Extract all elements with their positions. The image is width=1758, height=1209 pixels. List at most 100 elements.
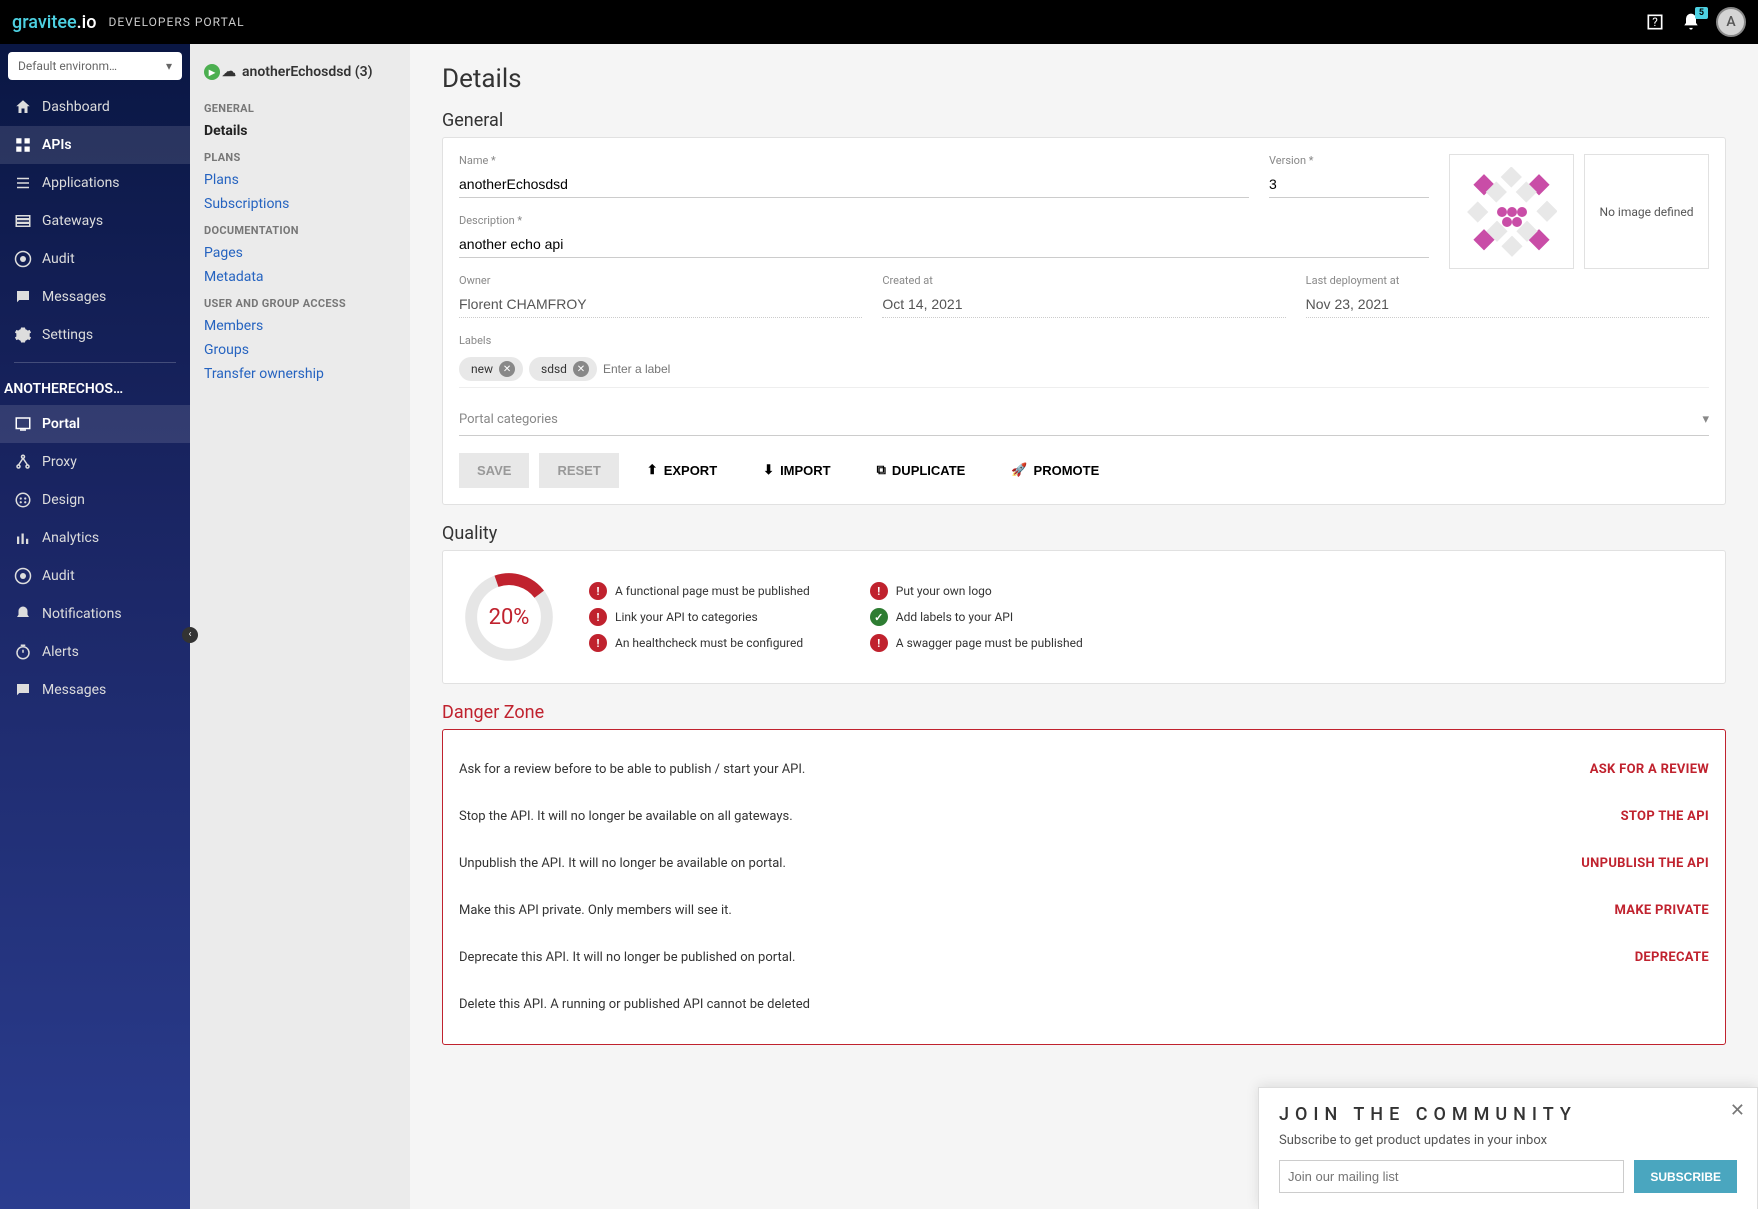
upload-icon: ⬆ [647,462,658,478]
link-pages[interactable]: Pages [190,241,410,265]
messages-icon [14,681,32,699]
section-documentation: DOCUMENTATION [190,216,410,241]
applications-icon [14,174,32,192]
danger-row: Unpublish the API. It will no longer be … [459,840,1709,887]
main-sidebar: Default environm… ▾ DashboardAPIsApplica… [0,44,190,1209]
sidebar-item-audit[interactable]: Audit [0,240,190,278]
danger-action-button[interactable]: MAKE PRIVATE [1615,903,1710,918]
error-icon: ! [870,582,888,600]
name-label: Name * [459,154,1249,167]
link-subscriptions[interactable]: Subscriptions [190,192,410,216]
svg-text:?: ? [1652,15,1658,29]
community-popup: ✕ JOIN THE COMMUNITY Subscribe to get pr… [1258,1087,1758,1209]
quality-item: !A swagger page must be published [870,630,1083,656]
sidebar-item-apis[interactable]: APIs [0,126,190,164]
environment-selector[interactable]: Default environm… ▾ [8,52,182,80]
context-item-proxy[interactable]: Proxy [0,443,190,481]
chevron-down-icon: ▾ [166,59,172,73]
name-input[interactable] [459,171,1249,198]
page-title: Details [442,64,1726,94]
cloud-icon: ☁ [222,64,236,80]
danger-action-button[interactable]: ASK FOR A REVIEW [1590,762,1709,777]
danger-action-button[interactable]: UNPUBLISH THE API [1581,856,1709,871]
copy-icon: ⧉ [877,462,886,478]
sidebar-item-dashboard[interactable]: Dashboard [0,88,190,126]
quality-item: !An healthcheck must be configured [589,630,810,656]
sidebar-item-gateways[interactable]: Gateways [0,202,190,240]
remove-chip-icon[interactable]: ✕ [499,361,515,377]
main-content: Details General Name * Version * [410,44,1758,1209]
context-item-messages[interactable]: Messages [0,671,190,709]
label-chip: sdsd✕ [529,357,597,381]
error-icon: ! [589,582,607,600]
deploy-label: Last deployment at [1306,274,1709,287]
danger-action-button[interactable]: STOP THE API [1621,809,1709,824]
import-button[interactable]: ⬇IMPORT [745,452,848,488]
section-access: USER AND GROUP ACCESS [190,289,410,314]
background-image[interactable]: No image defined [1584,154,1709,269]
export-button[interactable]: ⬆EXPORT [629,452,735,488]
gateways-icon [14,212,32,230]
divider [14,362,176,363]
owner-value [459,291,862,318]
reset-button: RESET [539,453,618,488]
context-title: ANOTHERECHOS… [0,371,190,405]
labels-input[interactable]: new✕sdsd✕ [459,351,1709,388]
description-input[interactable] [459,231,1429,258]
quality-section-title: Quality [442,523,1726,544]
link-plans[interactable]: Plans [190,168,410,192]
danger-row: Stop the API. It will no longer be avail… [459,793,1709,840]
community-desc: Subscribe to get product updates in your… [1279,1133,1737,1148]
danger-row: Deprecate this API. It will no longer be… [459,934,1709,981]
created-value [882,291,1285,318]
context-item-design[interactable]: Design [0,481,190,519]
categories-select[interactable]: Portal categories ▾ [459,404,1709,436]
link-transfer-ownership[interactable]: Transfer ownership [190,362,410,386]
danger-panel: Ask for a review before to be able to pu… [442,729,1726,1045]
apis-icon [14,136,32,154]
error-icon: ! [589,634,607,652]
avatar[interactable]: A [1716,7,1746,37]
quality-donut: 20% [459,567,559,667]
danger-desc: Ask for a review before to be able to pu… [459,762,805,777]
link-groups[interactable]: Groups [190,338,410,362]
version-input[interactable] [1269,171,1429,198]
subscribe-button[interactable]: SUBSCRIBE [1634,1160,1737,1193]
danger-desc: Make this API private. Only members will… [459,903,732,918]
notification-badge: 5 [1695,7,1708,19]
general-panel: Name * Version * Description * [442,137,1726,505]
alerts-icon [14,643,32,661]
label-input[interactable] [603,362,1709,376]
collapse-sidebar-button[interactable]: ‹ [182,627,198,643]
notifications-icon [14,605,32,623]
messages-icon [14,288,32,306]
link-details[interactable]: Details [190,119,410,143]
context-item-audit[interactable]: Audit [0,557,190,595]
sidebar-item-settings[interactable]: Settings [0,316,190,354]
remove-chip-icon[interactable]: ✕ [573,361,589,377]
link-members[interactable]: Members [190,314,410,338]
close-icon[interactable]: ✕ [1730,1100,1745,1121]
context-item-analytics[interactable]: Analytics [0,519,190,557]
danger-action-button[interactable]: DEPRECATE [1635,950,1709,965]
portal-title: DEVELOPERS PORTAL [108,15,244,29]
play-icon: ▶ [204,64,220,80]
context-item-alerts[interactable]: Alerts [0,633,190,671]
context-item-portal[interactable]: Portal [0,405,190,443]
sidebar-item-messages[interactable]: Messages [0,278,190,316]
promote-button[interactable]: 🚀PROMOTE [993,452,1117,488]
sidebar-item-applications[interactable]: Applications [0,164,190,202]
help-icon[interactable]: ? [1644,11,1666,33]
label-chip: new✕ [459,357,523,381]
link-metadata[interactable]: Metadata [190,265,410,289]
quality-item: ✓Add labels to your API [870,604,1083,630]
community-email-input[interactable] [1279,1160,1624,1193]
error-icon: ! [870,634,888,652]
api-image[interactable] [1449,154,1574,269]
notifications-icon[interactable]: 5 [1680,11,1702,33]
design-icon [14,491,32,509]
danger-row: Delete this API. A running or published … [459,981,1709,1028]
context-item-notifications[interactable]: Notifications [0,595,190,633]
danger-row: Make this API private. Only members will… [459,887,1709,934]
duplicate-button[interactable]: ⧉DUPLICATE [859,452,984,488]
